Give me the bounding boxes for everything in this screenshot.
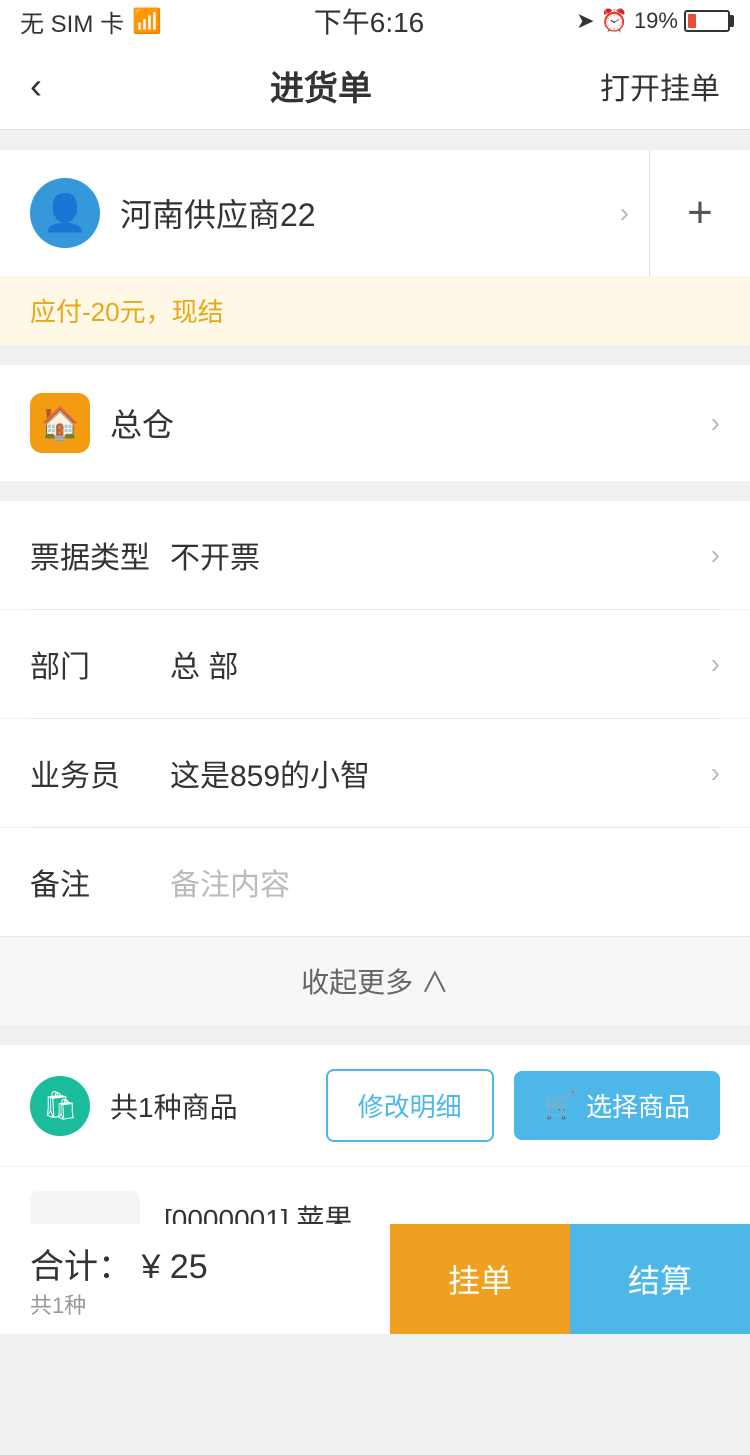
alarm-icon: ⏰ [601,8,628,34]
status-left: 无 SIM 卡 📶 [20,4,162,39]
total-label: 合计： [30,1248,132,1286]
select-icon: 🛒 [544,1090,576,1121]
ticket-value: 不开票 [170,533,711,577]
chevron-right-icon: › [711,648,720,680]
bottom-bar: 合计： ¥ 25 共1种 挂单 结算 [0,1224,750,1334]
select-product-button[interactable]: 🛒 选择商品 [514,1071,720,1140]
hang-button[interactable]: 挂单 [390,1224,570,1334]
sim-status: 无 SIM 卡 [20,4,124,39]
supplier-name: 河南供应商22 [120,190,600,236]
chevron-right-icon: › [711,539,720,571]
total-section: 合计： ¥ 25 共1种 [0,1224,390,1334]
nav-bar: ‹ 进货单 打开挂单 [0,42,750,130]
battery-percent: 19% [634,8,678,34]
chevron-right-icon: › [711,757,720,789]
department-label: 部门 [30,642,170,686]
total-value: ¥ 25 [141,1248,207,1286]
gap2 [0,345,750,365]
remark-label: 备注 [30,860,170,904]
gap3 [0,481,750,501]
remark-row[interactable]: 备注 备注内容 [0,828,750,936]
ticket-type-row[interactable]: 票据类型 不开票 › [0,501,750,609]
total-amount: 合计： ¥ 25 [30,1239,360,1288]
open-pending-button[interactable]: 打开挂单 [600,64,720,108]
location-icon: ➤ [576,8,594,34]
remark-input[interactable]: 备注内容 [170,860,720,904]
status-bar: 无 SIM 卡 📶 下午6:16 ➤ ⏰ 19% [0,0,750,42]
gap1 [0,130,750,150]
collapse-label: 收起更多 ∧ [301,967,449,998]
settle-button[interactable]: 结算 [570,1224,750,1334]
page-title: 进货单 [270,61,372,110]
salesman-value: 这是859的小智 [170,751,711,795]
salesman-row[interactable]: 业务员 这是859的小智 › [0,719,750,827]
supplier-selector[interactable]: 👤 河南供应商22 › [0,150,650,276]
warehouse-selector[interactable]: 🏠 总仓 › [0,365,750,481]
warehouse-icon: 🏠 [30,393,90,453]
product-section-icon: 🛍 [30,1076,90,1136]
gap4 [0,1025,750,1045]
status-right: ➤ ⏰ 19% [576,8,730,34]
battery-icon [684,10,730,32]
bottom-spacer [0,1325,750,1455]
bag-icon: 🛍 [42,1089,78,1122]
total-sub: 共1种 [30,1288,360,1320]
edit-detail-button[interactable]: 修改明细 [326,1069,494,1142]
add-supplier-button[interactable]: + [650,150,750,276]
person-icon: 👤 [43,192,88,234]
supplier-avatar: 👤 [30,178,100,248]
wifi-icon: 📶 [132,7,162,36]
back-button[interactable]: ‹ [30,65,42,107]
notice-text: 应付-20元，现结 [30,297,224,327]
ticket-label: 票据类型 [30,533,170,577]
salesman-label: 业务员 [30,751,170,795]
warehouse-name: 总仓 [110,400,691,446]
product-header: 🛍 共1种商品 修改明细 🛒 选择商品 [0,1045,750,1166]
chevron-right-icon: › [620,197,629,229]
supplier-section: 👤 河南供应商22 › + [0,150,750,276]
collapse-toggle[interactable]: 收起更多 ∧ [0,936,750,1025]
chevron-right-icon: › [711,407,720,439]
product-count: 共1种商品 [110,1086,306,1126]
department-value: 总 部 [170,642,711,686]
department-row[interactable]: 部门 总 部 › [0,610,750,718]
status-time: 下午6:16 [314,1,425,41]
notice-bar: 应付-20元，现结 [0,276,750,345]
